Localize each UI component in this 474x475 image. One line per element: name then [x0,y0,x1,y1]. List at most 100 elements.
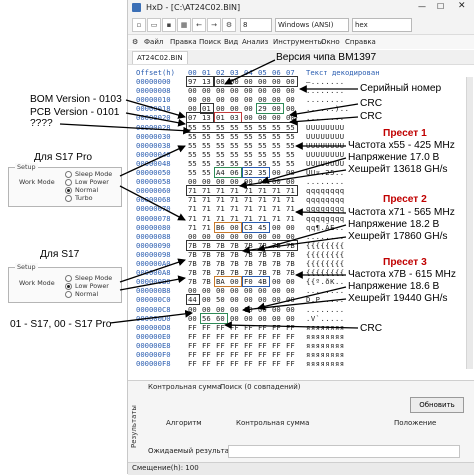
hex-byte[interactable]: FF [216,332,225,341]
hex-byte[interactable]: FF [216,323,225,332]
hex-byte[interactable]: 7B [188,259,197,268]
hex-byte[interactable]: 7B [272,268,281,277]
hex-byte[interactable]: 7B [244,259,253,268]
hex-byte[interactable]: 71 [230,204,239,213]
row-text[interactable]: {{{{{{{{ [306,250,345,259]
hex-byte[interactable]: FF [188,350,197,359]
row-text[interactable]: UUUUUUUU [306,132,345,141]
hex-byte[interactable]: 00 [230,295,239,304]
hex-byte[interactable]: 7B [216,250,225,259]
hex-byte[interactable]: 55 [286,159,295,168]
hex-byte[interactable]: 00 [272,314,281,323]
row-text[interactable]: яяяяяяяя [306,359,345,368]
hex-byte[interactable]: FF [258,323,267,332]
hex-byte[interactable]: 00 [244,305,253,314]
hex-byte[interactable]: FF [216,359,225,368]
save-icon[interactable]: ▪ [162,18,176,32]
hex-byte[interactable]: FF [244,350,253,359]
row-text[interactable]: ........ [306,86,345,95]
hex-byte[interactable]: 00 [258,286,267,295]
hex-byte[interactable]: 71 [188,214,197,223]
hex-byte[interactable]: 00 [286,86,295,95]
arrow-left-icon[interactable]: ← [192,18,206,32]
row-text[interactable]: ........ [306,177,345,186]
hex-byte[interactable]: 00 [258,295,267,304]
row-text[interactable]: UUUUUUUU [306,123,345,132]
hex-byte[interactable]: FF [202,332,211,341]
hex-byte[interactable]: 00 [272,305,281,314]
menu-search[interactable]: Поиск [199,38,221,46]
row-text[interactable]: ........ [306,113,345,122]
hex-byte[interactable]: 00 [272,223,281,232]
hex-byte[interactable]: FF [202,341,211,350]
hex-byte[interactable]: 00 [230,286,239,295]
base-select[interactable]: hex [352,18,412,32]
hex-byte[interactable]: 55 [272,132,281,141]
hex-byte[interactable]: 00 [286,314,295,323]
hex-byte[interactable]: 00 [286,223,295,232]
hex-byte[interactable]: 71 [216,195,225,204]
row-text[interactable]: ........ [306,305,345,314]
hex-byte[interactable]: 55 [258,132,267,141]
row-text[interactable]: UUUUUUUU [306,141,345,150]
hex-byte[interactable]: 7B [202,277,211,286]
hex-byte[interactable]: 00 [258,305,267,314]
hex-byte[interactable]: 00 [286,168,295,177]
hex-byte[interactable]: 00 [244,104,253,113]
hex-byte[interactable]: 7B [286,259,295,268]
hex-byte[interactable]: 00 [188,305,197,314]
hex-byte[interactable]: 00 [230,314,239,323]
maximize-icon[interactable]: ☐ [437,2,444,11]
hex-byte[interactable]: 00 [286,277,295,286]
hex-byte[interactable]: FF [286,323,295,332]
hex-byte[interactable]: 71 [188,223,197,232]
row-text[interactable]: {{{{{{{{ [306,259,345,268]
hex-byte[interactable]: 55 [286,150,295,159]
hex-byte[interactable]: FF [216,341,225,350]
hex-byte[interactable]: 00 [216,286,225,295]
hex-byte[interactable]: FF [188,323,197,332]
hex-byte[interactable]: FF [272,350,281,359]
hex-byte[interactable]: 7B [188,277,197,286]
hex-byte[interactable]: 55 [230,132,239,141]
row-text[interactable]: яяяяяяяя [306,350,345,359]
hex-byte[interactable]: 00 [244,95,253,104]
hex-byte[interactable]: 7B [230,259,239,268]
hex-byte[interactable]: 55 [272,159,281,168]
hex-byte[interactable]: FF [230,359,239,368]
hex-byte[interactable]: 55 [202,159,211,168]
row-text[interactable]: яяяяяяяя [306,341,345,350]
hex-byte[interactable]: 00 [216,95,225,104]
hex-byte[interactable]: 55 [188,141,197,150]
hex-byte[interactable]: 55 [188,168,197,177]
settings-icon[interactable]: ⚙ [222,18,236,32]
radio-low-power[interactable]: Low Power [65,282,109,290]
col-position[interactable]: Положение [394,419,436,427]
results-side-tab[interactable]: Результаты [130,387,142,467]
hex-byte[interactable]: FF [188,341,197,350]
open-file-icon[interactable]: ▭ [147,18,161,32]
hex-byte[interactable]: 71 [188,204,197,213]
menu-view[interactable]: Вид [224,38,238,46]
hex-byte[interactable]: 71 [216,204,225,213]
hex-byte[interactable]: 00 [202,86,211,95]
hex-byte[interactable]: 00 [244,295,253,304]
row-text[interactable]: {{º.ðK.. [306,277,345,286]
row-text[interactable]: qqqqqqqq [306,186,345,195]
hex-byte[interactable]: FF [244,323,253,332]
hex-byte[interactable]: 00 [244,286,253,295]
hex-byte[interactable]: FF [188,332,197,341]
hex-byte[interactable]: 00 [286,286,295,295]
hex-byte[interactable]: 55 [202,132,211,141]
grid-icon[interactable]: ▦ [177,18,191,32]
hex-byte[interactable]: 00 [202,295,211,304]
hex-byte[interactable]: 55 [244,141,253,150]
hex-byte[interactable]: 55 [216,141,225,150]
hex-byte[interactable]: 71 [272,214,281,223]
hex-byte[interactable]: 55 [216,132,225,141]
checksum-tab[interactable]: Контрольная сумма [148,383,221,391]
hex-byte[interactable]: 00 [286,95,295,104]
hex-byte[interactable]: 71 [188,195,197,204]
row-text[interactable]: UUUUUUUU [306,150,345,159]
hex-byte[interactable]: 00 [272,168,281,177]
